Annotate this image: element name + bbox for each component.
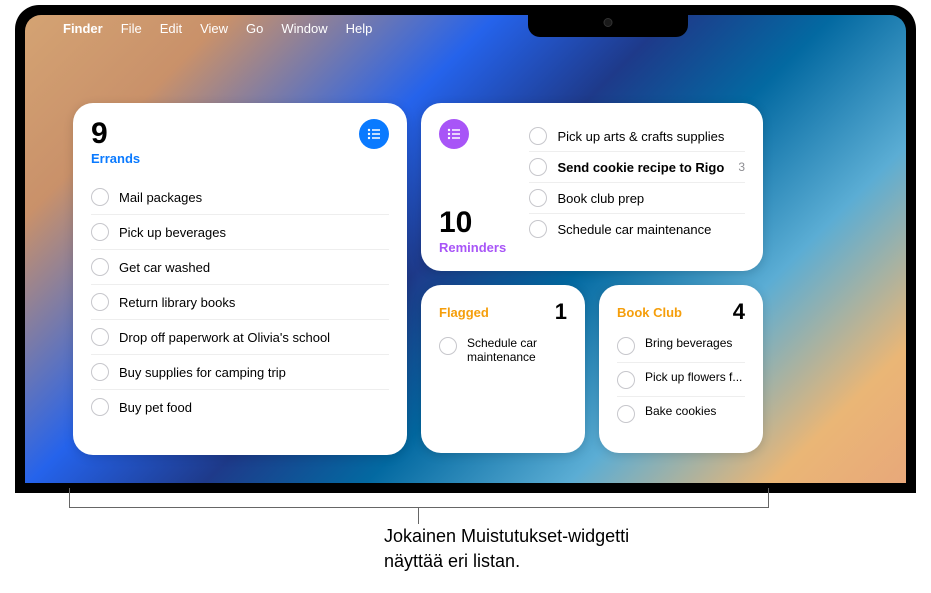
reminder-text: Return library books (119, 295, 389, 310)
reminder-text: Schedule car maintenance (467, 336, 567, 364)
widget-flagged[interactable]: Flagged 1 Schedule car maintenance (421, 285, 585, 453)
reminder-badge: 3 (738, 160, 745, 174)
reminder-text: Pick up arts & crafts supplies (557, 129, 745, 144)
reminder-text: Bake cookies (645, 404, 745, 418)
reminder-item[interactable]: Mail packages (91, 180, 389, 215)
reminder-item[interactable]: Bring beverages (617, 329, 745, 363)
reminder-text: Send cookie recipe to Rigo (557, 160, 724, 175)
flagged-title: Flagged (439, 305, 489, 320)
flagged-count: 1 (555, 301, 567, 323)
checkbox-icon[interactable] (617, 337, 635, 355)
reminder-text: Mail packages (119, 190, 389, 205)
menu-view[interactable]: View (200, 21, 228, 36)
reminder-text: Schedule car maintenance (557, 222, 745, 237)
reminder-text: Drop off paperwork at Olivia's school (119, 330, 389, 345)
checkbox-icon[interactable] (91, 363, 109, 381)
checkbox-icon[interactable] (439, 337, 457, 355)
reminder-item[interactable]: Get car washed (91, 250, 389, 285)
bookclub-title: Book Club (617, 305, 682, 320)
camera-icon (603, 18, 612, 27)
widget-errands[interactable]: 9 Errands M (73, 103, 407, 455)
widget-header: 9 Errands (91, 119, 389, 166)
checkbox-icon[interactable] (529, 158, 547, 176)
menu-window[interactable]: Window (281, 21, 327, 36)
reminders-list: Pick up arts & crafts supplies Send cook… (529, 119, 745, 255)
checkbox-icon[interactable] (91, 328, 109, 346)
menubar: Finder File Edit View Go Window Help (25, 15, 906, 41)
reminders-count: 10 (439, 208, 517, 238)
reminder-text: Pick up flowers f... (645, 370, 745, 384)
checkbox-icon[interactable] (529, 127, 547, 145)
reminder-item[interactable]: Pick up flowers f... (617, 363, 745, 397)
checkbox-icon[interactable] (529, 189, 547, 207)
reminder-item[interactable]: Book club prep (529, 183, 745, 214)
reminder-item[interactable]: Buy pet food (91, 390, 389, 424)
reminder-text: Buy supplies for camping trip (119, 365, 389, 380)
notch (528, 5, 688, 37)
reminder-text: Bring beverages (645, 336, 745, 350)
reminder-text: Pick up beverages (119, 225, 389, 240)
errands-title: Errands (91, 151, 140, 166)
device-frame: Finder File Edit View Go Window Help 9 E… (15, 5, 916, 493)
callout-bracket (69, 488, 769, 508)
checkbox-icon[interactable] (91, 293, 109, 311)
reminders-title: Reminders (439, 240, 517, 255)
reminder-text: Buy pet food (119, 400, 389, 415)
reminder-item[interactable]: Return library books (91, 285, 389, 320)
checkbox-icon[interactable] (529, 220, 547, 238)
desktop-screen: Finder File Edit View Go Window Help 9 E… (25, 15, 906, 483)
reminder-item[interactable]: Drop off paperwork at Olivia's school (91, 320, 389, 355)
reminder-item[interactable]: Pick up beverages (91, 215, 389, 250)
menu-file[interactable]: File (121, 21, 142, 36)
checkbox-icon[interactable] (91, 223, 109, 241)
checkbox-icon[interactable] (617, 371, 635, 389)
checkbox-icon[interactable] (91, 398, 109, 416)
checkbox-icon[interactable] (617, 405, 635, 423)
errands-count: 9 (91, 119, 140, 149)
list-icon (439, 119, 469, 149)
menu-edit[interactable]: Edit (160, 21, 182, 36)
widget-bookclub[interactable]: Book Club 4 Bring beverages Pick up flow… (599, 285, 763, 453)
callout-text: Jokainen Muistutukset-widgetti näyttää e… (384, 524, 704, 574)
menu-go[interactable]: Go (246, 21, 263, 36)
reminder-item[interactable]: Pick up arts & crafts supplies (529, 121, 745, 152)
app-menu[interactable]: Finder (63, 21, 103, 36)
reminder-text: Book club prep (557, 191, 745, 206)
bookclub-count: 4 (733, 301, 745, 323)
callout-stem (418, 508, 419, 524)
reminder-item[interactable]: Schedule car maintenance (439, 329, 567, 371)
list-icon (359, 119, 389, 149)
menu-help[interactable]: Help (346, 21, 373, 36)
errands-list: Mail packages Pick up beverages Get car … (91, 180, 389, 424)
reminder-item[interactable]: Buy supplies for camping trip (91, 355, 389, 390)
reminder-item[interactable]: Schedule car maintenance (529, 214, 745, 244)
reminder-text: Get car washed (119, 260, 389, 275)
checkbox-icon[interactable] (91, 188, 109, 206)
widget-reminders[interactable]: 10 Reminders Pick up arts & crafts suppl… (421, 103, 763, 271)
widgets-container: 9 Errands M (73, 103, 763, 455)
reminder-item[interactable]: Send cookie recipe to Rigo 3 (529, 152, 745, 183)
reminder-item[interactable]: Bake cookies (617, 397, 745, 430)
checkbox-icon[interactable] (91, 258, 109, 276)
